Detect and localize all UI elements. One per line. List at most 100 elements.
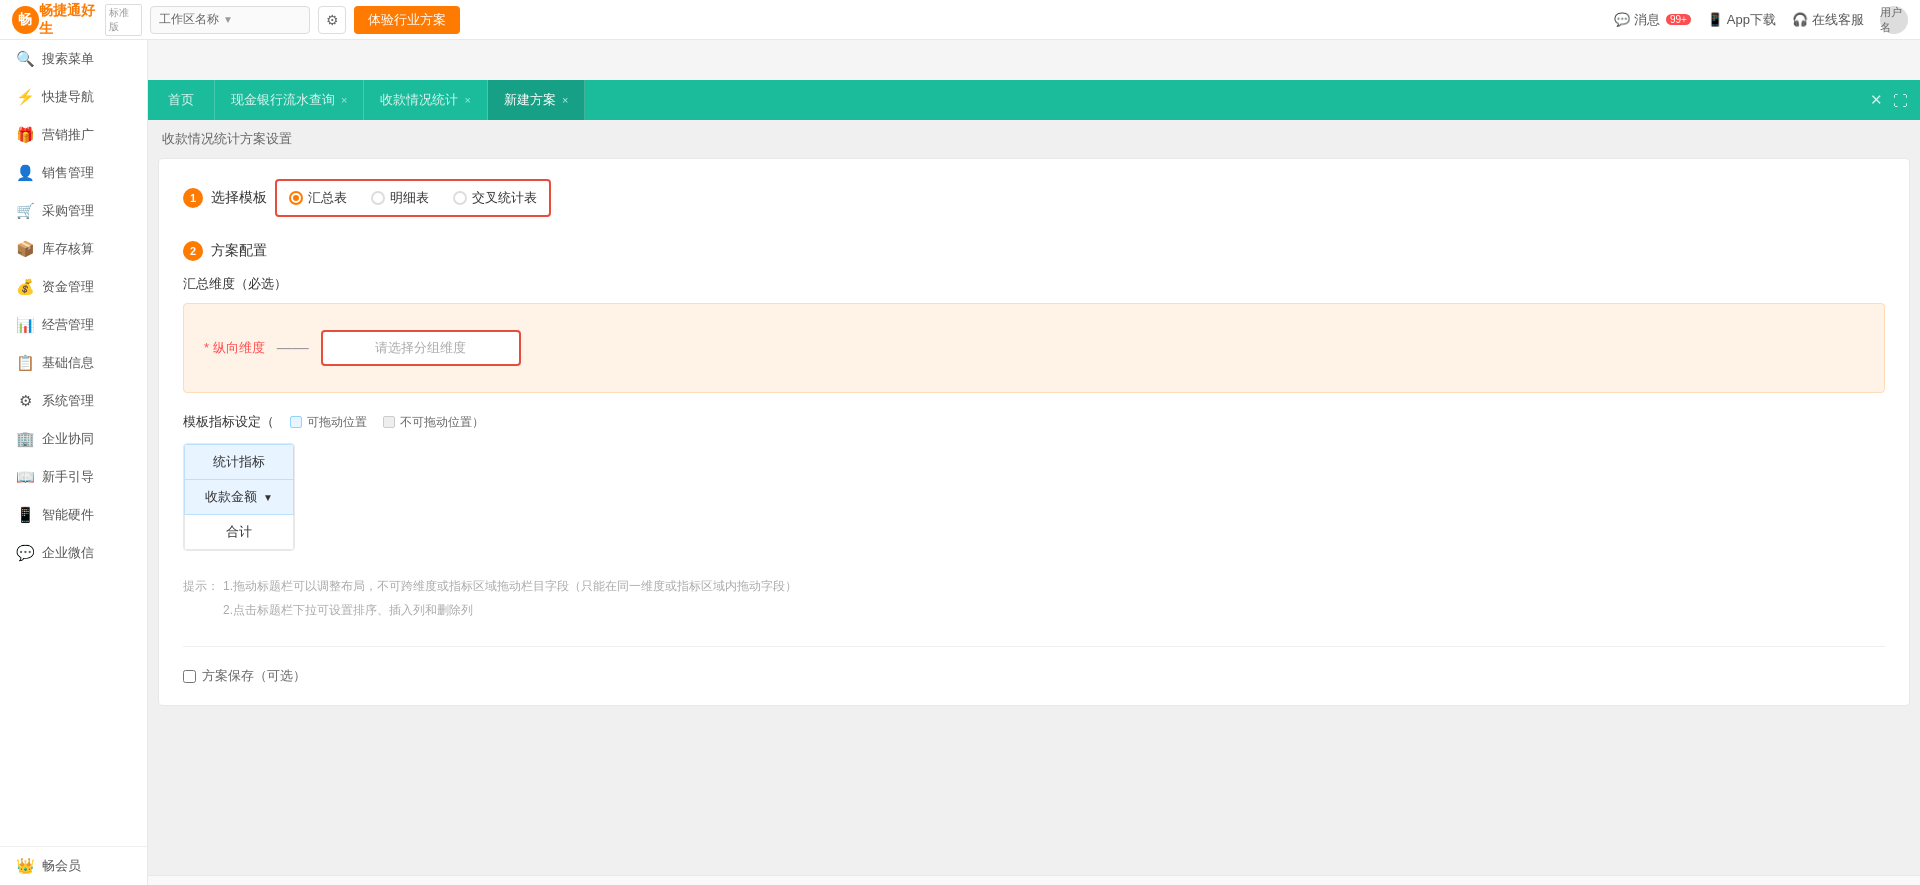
sidebar-item-system[interactable]: ⚙ 系统管理 bbox=[0, 382, 147, 420]
save-checkbox[interactable] bbox=[183, 670, 196, 683]
user-avatar[interactable]: 用户名 bbox=[1880, 6, 1908, 34]
sidebar-label: 资金管理 bbox=[42, 278, 94, 296]
radio-cross-label: 交叉统计表 bbox=[472, 189, 537, 207]
app-download-icon: 📱 bbox=[1707, 12, 1723, 27]
tab-close-icon[interactable]: ✕ bbox=[1870, 91, 1883, 109]
tab-receipt-stats-close-icon[interactable]: × bbox=[464, 94, 470, 106]
radio-summary[interactable] bbox=[289, 191, 303, 205]
form-card: 1 选择模板 汇总表 明细表 交叉统计表 bbox=[158, 158, 1910, 706]
sidebar-item-inventory[interactable]: 📦 库存核算 bbox=[0, 230, 147, 268]
indicator-col-amount[interactable]: 收款金额 ▼ bbox=[185, 480, 294, 515]
sidebar-item-sales[interactable]: 👤 销售管理 bbox=[0, 154, 147, 192]
sidebar-label: 快捷导航 bbox=[42, 88, 94, 106]
search-menu-icon: 🔍 bbox=[16, 50, 34, 68]
inventory-icon: 📦 bbox=[16, 240, 34, 258]
indicator-title: 模板指标设定（ bbox=[183, 413, 274, 431]
settings-icon[interactable]: ⚙ bbox=[318, 6, 346, 34]
sidebar-label: 搜索菜单 bbox=[42, 50, 94, 68]
radio-summary-label: 汇总表 bbox=[308, 189, 347, 207]
online-service-action[interactable]: 🎧 在线客服 bbox=[1792, 11, 1864, 29]
indicator-section: 模板指标设定（ 可拖动位置 不可拖动位置） bbox=[183, 413, 1885, 554]
sidebar-item-wechat[interactable]: 💬 企业微信 bbox=[0, 534, 147, 572]
tab-home[interactable]: 首页 bbox=[148, 80, 215, 120]
template-selection: 汇总表 明细表 交叉统计表 bbox=[275, 179, 551, 217]
tip-label: 提示： bbox=[183, 574, 219, 598]
system-icon: ⚙ bbox=[16, 392, 34, 410]
legend-movable: 可拖动位置 bbox=[290, 414, 367, 431]
radio-cross[interactable] bbox=[453, 191, 467, 205]
template-option-detail[interactable]: 明细表 bbox=[371, 189, 429, 207]
header-right: 💬 消息 99+ 📱 App下载 🎧 在线客服 用户名 bbox=[1614, 6, 1908, 34]
tab-bar-actions: ✕ ⛶ bbox=[1858, 80, 1920, 120]
main-content: 首页 现金银行流水查询 × 收款情况统计 × 新建方案 × ✕ ⛶ 收款情况统计… bbox=[148, 40, 1920, 885]
tab-new-plan-label: 新建方案 bbox=[504, 91, 556, 109]
tab-fullscreen-icon[interactable]: ⛶ bbox=[1893, 92, 1908, 109]
indicator-legend: 可拖动位置 不可拖动位置） bbox=[290, 414, 484, 431]
trial-button[interactable]: 体验行业方案 bbox=[354, 6, 460, 34]
header-left: 畅 畅捷通好生 标准版 工作区名称 ▼ ⚙ 体验行业方案 bbox=[12, 5, 460, 35]
wechat-icon: 💬 bbox=[16, 544, 34, 562]
indicator-table: 统计指标 收款金额 ▼ bbox=[184, 444, 294, 550]
sidebar-label: 采购管理 bbox=[42, 202, 94, 220]
sidebar-item-guide[interactable]: 📖 新手引导 bbox=[0, 458, 147, 496]
tip-1: 提示： 1.拖动标题栏可以调整布局，不可跨维度或指标区域拖动栏目字段（只能在同一… bbox=[183, 574, 1885, 598]
purchase-icon: 🛒 bbox=[16, 202, 34, 220]
tab-new-plan[interactable]: 新建方案 × bbox=[488, 80, 585, 120]
brand-name: 畅捷通好生 bbox=[39, 2, 106, 38]
operation-icon: 📊 bbox=[16, 316, 34, 334]
sidebar-item-finance[interactable]: 💰 资金管理 bbox=[0, 268, 147, 306]
sidebar-item-operation[interactable]: 📊 经营管理 bbox=[0, 306, 147, 344]
guide-icon: 📖 bbox=[16, 468, 34, 486]
sidebar-item-member[interactable]: 👑 畅会员 bbox=[0, 846, 147, 885]
sidebar-label: 基础信息 bbox=[42, 354, 94, 372]
separator bbox=[183, 646, 1885, 647]
sidebar-item-search-menu[interactable]: 🔍 搜索菜单 bbox=[0, 40, 147, 78]
workspace-selector[interactable]: 工作区名称 ▼ bbox=[150, 6, 310, 34]
sidebar-item-quick-nav[interactable]: ⚡ 快捷导航 bbox=[0, 78, 147, 116]
sidebar-item-purchase[interactable]: 🛒 采购管理 bbox=[0, 192, 147, 230]
legend-movable-label: 可拖动位置 bbox=[307, 414, 367, 431]
dimension-placeholder: 请选择分组维度 bbox=[375, 339, 466, 357]
basic-info-icon: 📋 bbox=[16, 354, 34, 372]
page-area: 收款情况统计方案设置 1 选择模板 汇总表 明细表 bbox=[148, 120, 1920, 875]
marketing-icon: 🎁 bbox=[16, 126, 34, 144]
tab-receipt-stats-label: 收款情况统计 bbox=[380, 91, 458, 109]
dimension-arrow-icon: —— bbox=[277, 339, 309, 357]
template-option-summary[interactable]: 汇总表 bbox=[289, 189, 347, 207]
sidebar-label: 系统管理 bbox=[42, 392, 94, 410]
sidebar-label: 企业协同 bbox=[42, 430, 94, 448]
step1-header: 1 选择模板 汇总表 明细表 交叉统计表 bbox=[183, 179, 1885, 217]
message-label: 消息 bbox=[1634, 11, 1660, 29]
sales-icon: 👤 bbox=[16, 164, 34, 182]
indicator-table-container: 统计指标 收款金额 ▼ bbox=[183, 443, 295, 551]
tab-new-plan-close-icon[interactable]: × bbox=[562, 94, 568, 106]
tips-section: 提示： 1.拖动标题栏可以调整布局，不可跨维度或指标区域拖动栏目字段（只能在同一… bbox=[183, 574, 1885, 622]
dimension-selector[interactable]: 请选择分组维度 bbox=[321, 330, 521, 366]
stats-indicator-header: 统计指标 bbox=[185, 445, 294, 480]
sidebar-label: 经营管理 bbox=[42, 316, 94, 334]
sidebar-label: 畅会员 bbox=[42, 857, 81, 875]
sidebar-item-marketing[interactable]: 🎁 营销推广 bbox=[0, 116, 147, 154]
workspace-name: 工作区名称 bbox=[159, 11, 219, 28]
sidebar-item-basic-info[interactable]: 📋 基础信息 bbox=[0, 344, 147, 382]
sidebar-item-smart-hw[interactable]: 📱 智能硬件 bbox=[0, 496, 147, 534]
template-option-cross[interactable]: 交叉统计表 bbox=[453, 189, 537, 207]
page-title: 收款情况统计方案设置 bbox=[158, 130, 1910, 148]
legend-fixed-label: 不可拖动位置） bbox=[400, 414, 484, 431]
sidebar-item-enterprise[interactable]: 🏢 企业协同 bbox=[0, 420, 147, 458]
sidebar-label: 库存核算 bbox=[42, 240, 94, 258]
tab-cash-bank-close-icon[interactable]: × bbox=[341, 94, 347, 106]
step1-section: 1 选择模板 汇总表 明细表 交叉统计表 bbox=[183, 179, 1885, 217]
sidebar-label: 企业微信 bbox=[42, 544, 94, 562]
tab-receipt-stats[interactable]: 收款情况统计 × bbox=[364, 80, 487, 120]
message-action[interactable]: 💬 消息 99+ bbox=[1614, 11, 1691, 29]
user-name: 用户名 bbox=[1880, 5, 1908, 35]
sidebar-label: 新手引导 bbox=[42, 468, 94, 486]
app-download-label: App下载 bbox=[1727, 11, 1776, 29]
app-download-action[interactable]: 📱 App下载 bbox=[1707, 11, 1776, 29]
workspace-arrow-icon: ▼ bbox=[223, 14, 233, 25]
tab-home-label: 首页 bbox=[168, 91, 194, 109]
radio-detail[interactable] bbox=[371, 191, 385, 205]
enterprise-icon: 🏢 bbox=[16, 430, 34, 448]
tab-cash-bank[interactable]: 现金银行流水查询 × bbox=[215, 80, 364, 120]
